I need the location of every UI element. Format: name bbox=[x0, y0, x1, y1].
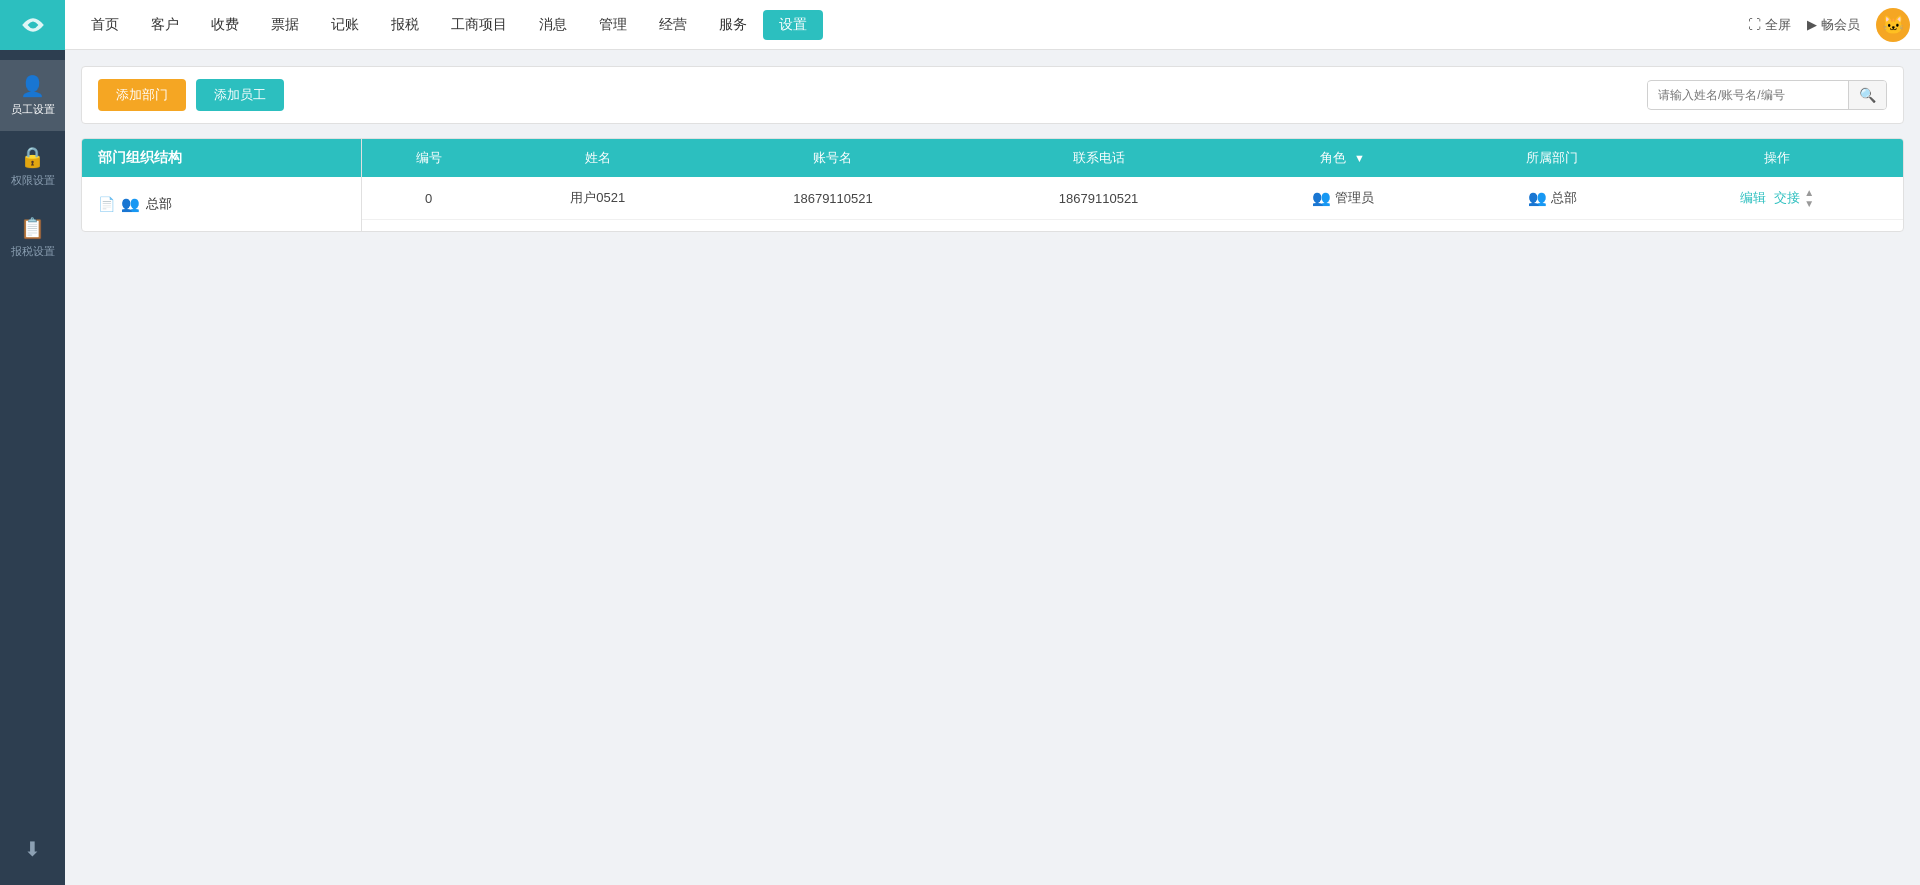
col-header-name: 姓名 bbox=[495, 139, 700, 177]
cell-dept: 👥 总部 bbox=[1454, 177, 1652, 220]
panels: 部门组织结构 📄 👥 总部 编号 bbox=[81, 138, 1904, 232]
sidebar-item-permissions[interactable]: 🔒 权限设置 bbox=[0, 131, 65, 202]
sidebar-label-tax-settings: 报税设置 bbox=[11, 244, 55, 259]
arrow-up-icon[interactable]: ▲ bbox=[1804, 187, 1814, 198]
logo bbox=[0, 0, 65, 50]
col-header-phone: 联系电话 bbox=[966, 139, 1232, 177]
row-scroll-arrows[interactable]: ▲ ▼ bbox=[1804, 187, 1814, 209]
member-icon: ▶ bbox=[1807, 17, 1817, 32]
edit-link[interactable]: 编辑 bbox=[1740, 189, 1766, 207]
nav-item-business[interactable]: 工商项目 bbox=[435, 10, 523, 40]
nav-item-tax[interactable]: 报税 bbox=[375, 10, 435, 40]
sidebar-item-download[interactable]: ⬇ bbox=[24, 823, 41, 875]
search-icon: 🔍 bbox=[1859, 87, 1876, 103]
cell-actions: 编辑 交接 ▲ ▼ bbox=[1651, 177, 1903, 220]
nav-item-manage[interactable]: 管理 bbox=[583, 10, 643, 40]
main-content: 添加部门 添加员工 🔍 部门组织结构 📄 bbox=[65, 50, 1920, 885]
nav-item-bookkeeping[interactable]: 记账 bbox=[315, 10, 375, 40]
col-header-dept: 所属部门 bbox=[1454, 139, 1652, 177]
sidebar-label-employee: 员工设置 bbox=[11, 102, 55, 117]
add-emp-button[interactable]: 添加员工 bbox=[196, 79, 284, 111]
col-header-id: 编号 bbox=[362, 139, 495, 177]
col-header-role[interactable]: 角色 ▼ bbox=[1231, 139, 1453, 177]
dept-panel-header: 部门组织结构 bbox=[82, 139, 361, 177]
sidebar-item-tax-settings[interactable]: 📋 报税设置 bbox=[0, 202, 65, 273]
transfer-link[interactable]: 交接 bbox=[1774, 189, 1800, 207]
cell-role: 👥 管理员 bbox=[1231, 177, 1453, 220]
cell-id: 0 bbox=[362, 177, 495, 220]
nav-item-message[interactable]: 消息 bbox=[523, 10, 583, 40]
tax-settings-icon: 📋 bbox=[20, 216, 45, 240]
cell-phone: 18679110521 bbox=[966, 177, 1232, 220]
dept-tree-item-root[interactable]: 📄 👥 总部 bbox=[82, 187, 361, 221]
sidebar-item-employee[interactable]: 👤 员工设置 bbox=[0, 60, 65, 131]
sidebar-label-permissions: 权限设置 bbox=[11, 173, 55, 188]
download-icon: ⬇ bbox=[24, 837, 41, 861]
nav-item-settings[interactable]: 设置 bbox=[763, 10, 823, 40]
user-avatar[interactable]: 🐱 bbox=[1876, 8, 1910, 42]
sidebar: 👤 员工设置 🔒 权限设置 📋 报税设置 ⬇ bbox=[0, 50, 65, 885]
dept-value: 总部 bbox=[1551, 189, 1577, 207]
cell-account: 18679110521 bbox=[700, 177, 966, 220]
permissions-icon: 🔒 bbox=[20, 145, 45, 169]
dept-tree: 📄 👥 总部 bbox=[82, 177, 361, 231]
nav-item-customer[interactable]: 客户 bbox=[135, 10, 195, 40]
role-filter-icon[interactable]: ▼ bbox=[1354, 152, 1365, 164]
role-name: 管理员 bbox=[1335, 189, 1374, 207]
member-label: 畅会员 bbox=[1821, 16, 1860, 34]
arrow-down-icon[interactable]: ▼ bbox=[1804, 198, 1814, 209]
search-box: 🔍 bbox=[1647, 80, 1887, 110]
employee-icon: 👤 bbox=[20, 74, 45, 98]
col-role-label: 角色 bbox=[1320, 150, 1346, 165]
dept-file-icon: 📄 bbox=[98, 196, 115, 212]
nav-item-fees[interactable]: 收费 bbox=[195, 10, 255, 40]
nav-item-home[interactable]: 首页 bbox=[75, 10, 135, 40]
role-icon: 👥 bbox=[1312, 189, 1331, 207]
member-button[interactable]: ▶ 畅会员 bbox=[1807, 16, 1860, 34]
fullscreen-icon: ⛶ bbox=[1748, 17, 1761, 32]
dept-panel: 部门组织结构 📄 👥 总部 bbox=[82, 139, 362, 231]
fullscreen-button[interactable]: ⛶ 全屏 bbox=[1748, 16, 1791, 34]
nav-item-invoices[interactable]: 票据 bbox=[255, 10, 315, 40]
col-header-account: 账号名 bbox=[700, 139, 966, 177]
employee-table: 编号 姓名 账号名 联系电话 角色 ▼ 所属部门 操作 bbox=[362, 139, 1903, 220]
col-header-actions: 操作 bbox=[1651, 139, 1903, 177]
fullscreen-label: 全屏 bbox=[1765, 16, 1791, 34]
table-panel: 编号 姓名 账号名 联系电话 角色 ▼ 所属部门 操作 bbox=[362, 139, 1903, 231]
nav-item-service[interactable]: 服务 bbox=[703, 10, 763, 40]
dept-name-root: 总部 bbox=[146, 195, 172, 213]
search-input[interactable] bbox=[1648, 82, 1848, 108]
dept-user-icon: 👥 bbox=[1528, 189, 1547, 207]
nav-item-operation[interactable]: 经营 bbox=[643, 10, 703, 40]
dept-user-icon: 👥 bbox=[121, 195, 140, 213]
cell-name: 用户0521 bbox=[495, 177, 700, 220]
toolbar: 添加部门 添加员工 🔍 bbox=[81, 66, 1904, 124]
table-row: 0 用户0521 18679110521 18679110521 👥 管理员 👥… bbox=[362, 177, 1903, 220]
toolbar-left: 添加部门 添加员工 bbox=[98, 79, 284, 111]
nav-right: ⛶ 全屏 ▶ 畅会员 🐱 bbox=[1748, 8, 1920, 42]
top-nav-items: 首页 客户 收费 票据 记账 报税 工商项目 消息 管理 经营 服务 设置 bbox=[65, 10, 1748, 40]
search-button[interactable]: 🔍 bbox=[1848, 81, 1886, 109]
add-dept-button[interactable]: 添加部门 bbox=[98, 79, 186, 111]
